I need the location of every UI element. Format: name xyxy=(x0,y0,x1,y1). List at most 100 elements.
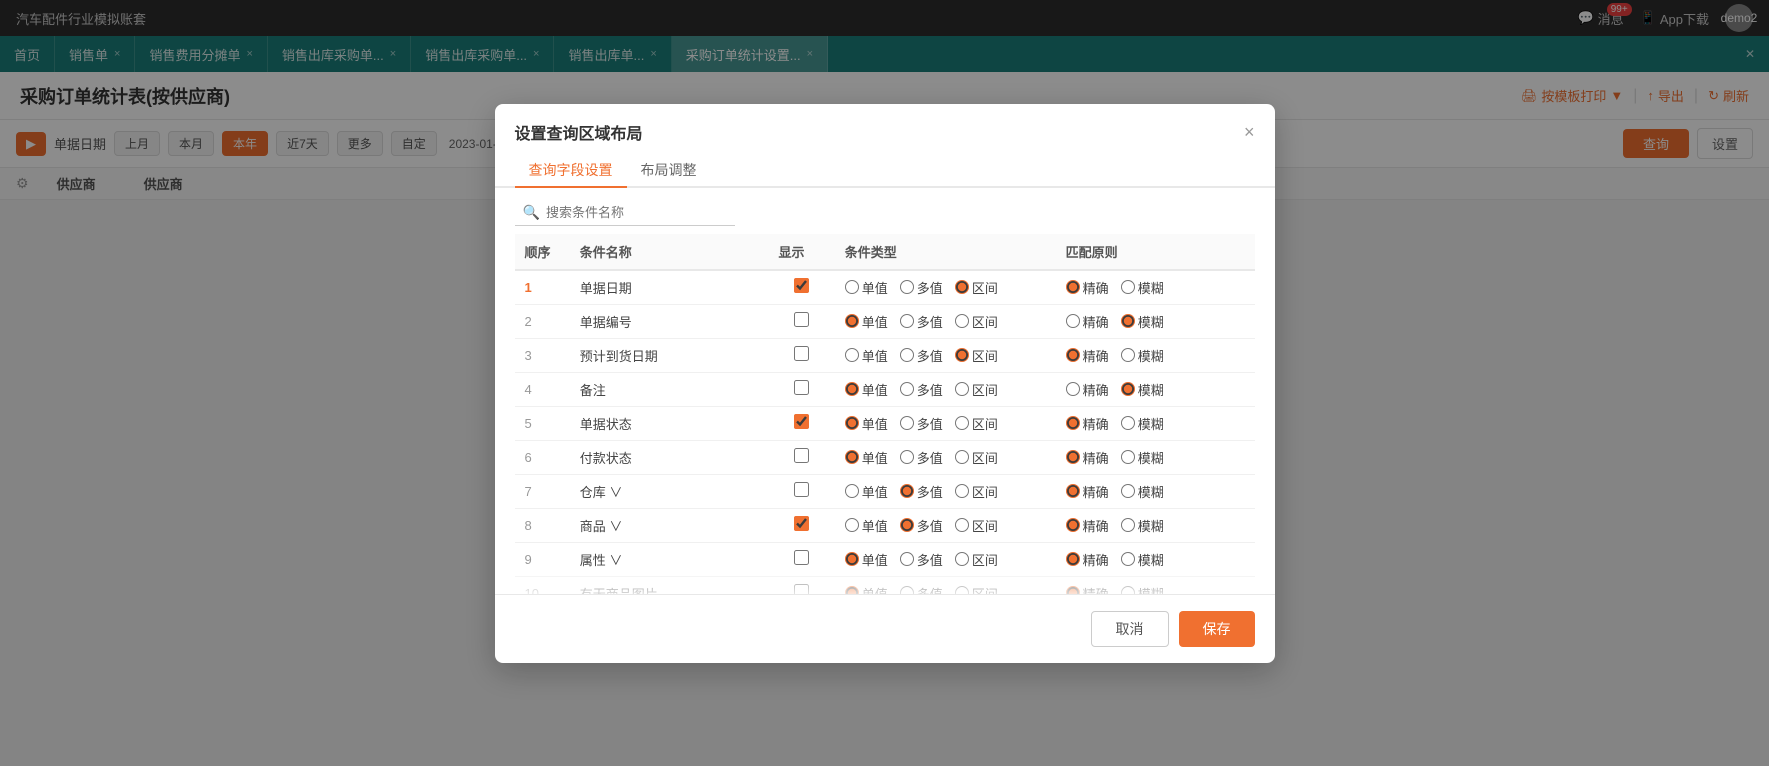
order-number: 10 xyxy=(525,586,539,594)
table-row: 8商品 ∨ 单值多值区间 精确模糊 xyxy=(515,508,1255,542)
match-radio-精确[interactable]: 精确 xyxy=(1066,346,1109,365)
match-radio-模糊[interactable]: 模糊 xyxy=(1121,482,1164,501)
type-radio-单值[interactable]: 单值 xyxy=(845,516,888,535)
modal-overlay: 设置查询区域布局 × 查询字段设置 布局调整 🔍 顺序 条件名称 显示 xyxy=(0,0,1769,766)
table-row: 1单据日期单值多值区间精确模糊 xyxy=(515,270,1255,305)
dialog-close-button[interactable]: × xyxy=(1244,123,1255,141)
cell-match: 精确模糊 xyxy=(1056,542,1255,576)
search-box: 🔍 xyxy=(515,200,735,226)
match-radio-模糊[interactable]: 模糊 xyxy=(1121,516,1164,535)
type-radio-多值[interactable]: 多值 xyxy=(900,550,943,569)
order-number: 5 xyxy=(525,416,532,431)
col-header-display: 显示 xyxy=(769,234,835,270)
display-checkbox[interactable] xyxy=(794,516,809,531)
cell-order: 3 xyxy=(515,338,570,372)
type-radio-多值[interactable]: 多值 xyxy=(900,448,943,467)
type-radio-单值[interactable]: 单值 xyxy=(845,550,888,569)
type-radio-区间[interactable]: 区间 xyxy=(955,346,998,365)
cell-name: 单据编号 xyxy=(570,304,769,338)
type-radio-单值[interactable]: 单值 xyxy=(845,380,888,399)
type-radio-单值[interactable]: 单值 xyxy=(845,414,888,433)
save-button[interactable]: 保存 xyxy=(1179,611,1255,647)
type-radio-多值[interactable]: 多值 xyxy=(900,414,943,433)
type-radio-多值[interactable]: 多值 xyxy=(900,516,943,535)
cell-type: 单值多值区间 xyxy=(835,338,1056,372)
cell-display xyxy=(769,270,835,305)
cell-order: 1 xyxy=(515,270,570,305)
order-number: 3 xyxy=(525,348,532,363)
conditions-table: 顺序 条件名称 显示 条件类型 匹配原则 1单据日期单值多值区间精确模糊2单据编… xyxy=(515,234,1255,594)
type-radio-多值[interactable]: 多值 xyxy=(900,584,943,594)
type-radio-区间[interactable]: 区间 xyxy=(955,516,998,535)
match-radio-精确[interactable]: 精确 xyxy=(1066,380,1109,399)
display-checkbox[interactable] xyxy=(794,550,809,565)
type-radio-多值[interactable]: 多值 xyxy=(900,380,943,399)
cell-display xyxy=(769,406,835,440)
type-radio-单值[interactable]: 单值 xyxy=(845,312,888,331)
cell-display xyxy=(769,508,835,542)
tab-layout-adjust[interactable]: 布局调整 xyxy=(627,154,711,188)
display-checkbox[interactable] xyxy=(794,278,809,293)
type-radio-单值[interactable]: 单值 xyxy=(845,584,888,594)
type-radio-单值[interactable]: 单值 xyxy=(845,448,888,467)
match-radio-精确[interactable]: 精确 xyxy=(1066,414,1109,433)
cell-type: 单值多值区间 xyxy=(835,372,1056,406)
dialog-footer: 取消 保存 xyxy=(495,594,1275,663)
order-number: 1 xyxy=(525,280,532,295)
col-header-type: 条件类型 xyxy=(835,234,1056,270)
cell-name: 商品 ∨ xyxy=(570,508,769,542)
cell-order: 8 xyxy=(515,508,570,542)
type-radio-区间[interactable]: 区间 xyxy=(955,448,998,467)
cell-display xyxy=(769,304,835,338)
display-checkbox[interactable] xyxy=(794,584,809,594)
cell-order: 4 xyxy=(515,372,570,406)
match-radio-精确[interactable]: 精确 xyxy=(1066,550,1109,569)
display-checkbox[interactable] xyxy=(794,448,809,463)
type-radio-多值[interactable]: 多值 xyxy=(900,346,943,365)
match-radio-精确[interactable]: 精确 xyxy=(1066,482,1109,501)
cancel-button[interactable]: 取消 xyxy=(1091,611,1169,647)
match-radio-模糊[interactable]: 模糊 xyxy=(1121,312,1164,331)
display-checkbox[interactable] xyxy=(794,380,809,395)
col-header-name: 条件名称 xyxy=(570,234,769,270)
type-radio-区间[interactable]: 区间 xyxy=(955,584,998,594)
match-radio-模糊[interactable]: 模糊 xyxy=(1121,380,1164,399)
type-radio-区间[interactable]: 区间 xyxy=(955,482,998,501)
match-radio-精确[interactable]: 精确 xyxy=(1066,516,1109,535)
type-radio-区间[interactable]: 区间 xyxy=(955,414,998,433)
type-radio-区间[interactable]: 区间 xyxy=(955,550,998,569)
match-radio-模糊[interactable]: 模糊 xyxy=(1121,414,1164,433)
cell-name: 备注 xyxy=(570,372,769,406)
match-radio-精确[interactable]: 精确 xyxy=(1066,312,1109,331)
search-icon: 🔍 xyxy=(523,204,540,221)
cell-display xyxy=(769,372,835,406)
type-radio-单值[interactable]: 单值 xyxy=(845,278,888,297)
cell-order: 9 xyxy=(515,542,570,576)
display-checkbox[interactable] xyxy=(794,312,809,327)
match-radio-模糊[interactable]: 模糊 xyxy=(1121,584,1164,594)
match-radio-模糊[interactable]: 模糊 xyxy=(1121,346,1164,365)
dialog-title: 设置查询区域布局 xyxy=(515,120,643,144)
table-row: 4备注单值多值区间精确模糊 xyxy=(515,372,1255,406)
type-radio-区间[interactable]: 区间 xyxy=(955,380,998,399)
match-radio-模糊[interactable]: 模糊 xyxy=(1121,448,1164,467)
cell-name: 预计到货日期 xyxy=(570,338,769,372)
display-checkbox[interactable] xyxy=(794,482,809,497)
tab-query-fields[interactable]: 查询字段设置 xyxy=(515,154,627,188)
display-checkbox[interactable] xyxy=(794,346,809,361)
type-radio-区间[interactable]: 区间 xyxy=(955,312,998,331)
type-radio-区间[interactable]: 区间 xyxy=(955,278,998,297)
type-radio-多值[interactable]: 多值 xyxy=(900,482,943,501)
cell-display xyxy=(769,440,835,474)
match-radio-模糊[interactable]: 模糊 xyxy=(1121,278,1164,297)
search-input[interactable] xyxy=(546,205,726,220)
match-radio-模糊[interactable]: 模糊 xyxy=(1121,550,1164,569)
type-radio-单值[interactable]: 单值 xyxy=(845,346,888,365)
type-radio-单值[interactable]: 单值 xyxy=(845,482,888,501)
match-radio-精确[interactable]: 精确 xyxy=(1066,584,1109,594)
display-checkbox[interactable] xyxy=(794,414,809,429)
type-radio-多值[interactable]: 多值 xyxy=(900,312,943,331)
match-radio-精确[interactable]: 精确 xyxy=(1066,278,1109,297)
match-radio-精确[interactable]: 精确 xyxy=(1066,448,1109,467)
type-radio-多值[interactable]: 多值 xyxy=(900,278,943,297)
